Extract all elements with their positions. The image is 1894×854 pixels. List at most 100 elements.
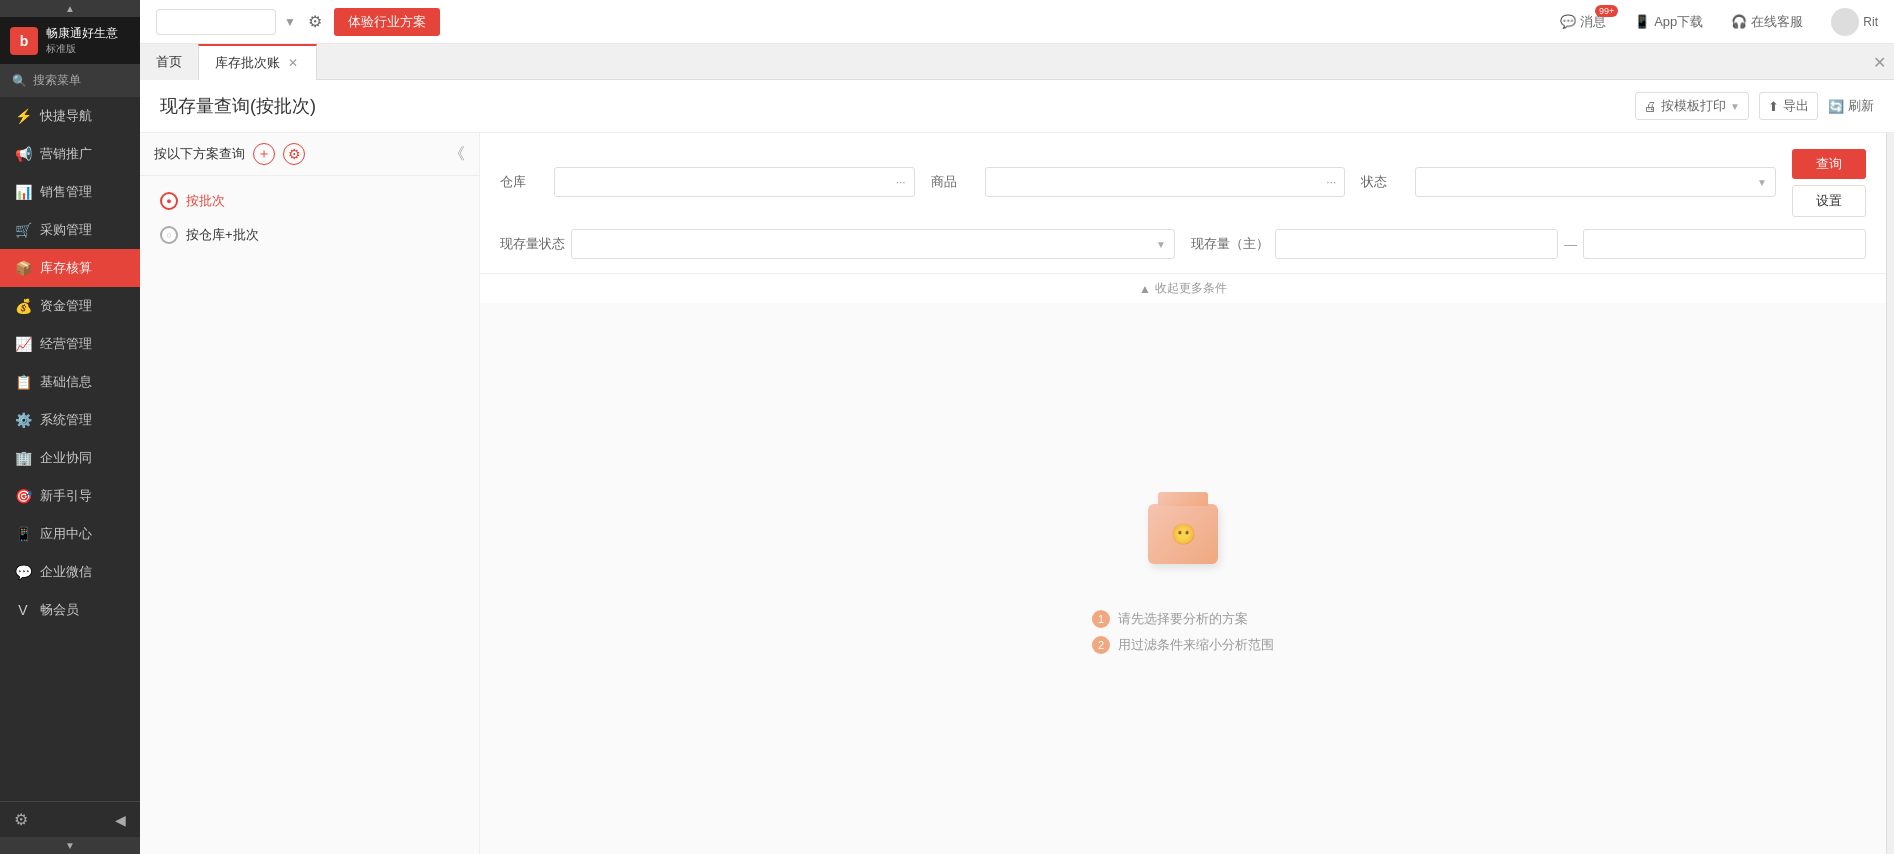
empty-face-icon: 😶 (1171, 522, 1196, 546)
stock-status-chevron-icon: ▼ (1156, 239, 1166, 250)
print-template-btn[interactable]: 🖨 按模板打印 ▼ (1635, 92, 1749, 120)
sidebar-item-enterprise[interactable]: 🏢 企业协同 (0, 439, 140, 477)
sidebar-item-operations[interactable]: 📈 经营管理 (0, 325, 140, 363)
app-download-btn[interactable]: 📱 App下载 (1634, 13, 1703, 31)
status-select[interactable]: ▼ (1415, 167, 1776, 197)
tab-close-all-icon[interactable]: ✕ (1873, 52, 1886, 71)
nav-icon-basic: 📋 (14, 373, 32, 391)
sidebar-item-newbie[interactable]: 🎯 新手引导 (0, 477, 140, 515)
add-filter-btn[interactable]: ＋ (253, 143, 275, 165)
product-more-icon[interactable]: ··· (1326, 175, 1336, 189)
topbar: ▼ ⚙ 体验行业方案 💬 消息 99+ 📱 App下载 🎧 在线客服 Rit (140, 0, 1894, 44)
nav-icon-enterprise: 🏢 (14, 449, 32, 467)
filter-panel-header: 按以下方案查询 ＋ ⚙ 《 (140, 133, 479, 176)
sidebar-item-marketing[interactable]: 📢 营销推广 (0, 135, 140, 173)
nav-icon-wechat: 💬 (14, 563, 32, 581)
filter-collapse-icon[interactable]: 《 (449, 144, 465, 165)
phone-icon: 📱 (1634, 14, 1650, 29)
print-chevron-icon: ▼ (1730, 101, 1740, 112)
stock-qty-sep: — (1564, 237, 1577, 252)
sidebar-scroll-down[interactable]: ▼ (0, 837, 140, 854)
nav-label-quick-nav: 快捷导航 (40, 107, 92, 125)
settings-icon[interactable]: ⚙ (14, 810, 28, 829)
topbar-chevron-icon[interactable]: ▼ (284, 15, 296, 29)
nav-label-newbie: 新手引导 (40, 487, 92, 505)
topbar-search-input[interactable] (156, 9, 276, 35)
warehouse-label: 仓库 (500, 173, 548, 191)
tab-inventory-batch[interactable]: 库存批次账 ✕ (198, 44, 317, 80)
nav-label-finance: 资金管理 (40, 297, 92, 315)
sidebar-item-sales[interactable]: 📊 销售管理 (0, 173, 140, 211)
filter-group-status: 状态 ▼ (1361, 167, 1776, 197)
nav-label-sales: 销售管理 (40, 183, 92, 201)
filter-panel-title: 按以下方案查询 (154, 145, 245, 163)
sidebar-nav: ⚡ 快捷导航 📢 营销推广 📊 销售管理 🛒 采购管理 📦 库存核算 💰 资金管… (0, 97, 140, 801)
sidebar-item-app-center[interactable]: 📱 应用中心 (0, 515, 140, 553)
filter-item-icon-batch: ● (160, 192, 178, 210)
sidebar-item-inventory[interactable]: 📦 库存核算 (0, 249, 140, 287)
filter-item-batch-label: 按批次 (186, 192, 225, 210)
filter-group-warehouse: 仓库 ··· (500, 167, 915, 197)
sidebar-item-purchase[interactable]: 🛒 采购管理 (0, 211, 140, 249)
tab-home[interactable]: 首页 (140, 44, 198, 80)
sidebar-item-wechat[interactable]: 💬 企业微信 (0, 553, 140, 591)
filter-gear-btn[interactable]: ⚙ (283, 143, 305, 165)
stock-qty-min-input[interactable] (1275, 229, 1558, 259)
nav-label-basic: 基础信息 (40, 373, 92, 391)
refresh-btn[interactable]: 🔄 刷新 (1828, 97, 1874, 115)
product-input[interactable]: ··· (985, 167, 1346, 197)
settings-btn[interactable]: 设置 (1792, 185, 1866, 217)
username: Rit (1863, 15, 1878, 29)
empty-state: 😶 1 请先选择要分析的方案 2 用过滤条件来缩小分析范围 (480, 303, 1886, 854)
filter-panel: 按以下方案查询 ＋ ⚙ 《 ● 按批次 ○ 按仓库+批次 (140, 133, 480, 854)
hint-num-1: 1 (1092, 610, 1110, 628)
stock-status-select[interactable]: ▼ (571, 229, 1175, 259)
tab-home-label: 首页 (156, 53, 182, 71)
hint-text-2: 用过滤条件来缩小分析范围 (1118, 636, 1274, 654)
main-area: ▼ ⚙ 体验行业方案 💬 消息 99+ 📱 App下载 🎧 在线客服 Rit (140, 0, 1894, 854)
warehouse-more-icon[interactable]: ··· (896, 175, 906, 189)
nav-label-wechat: 企业微信 (40, 563, 92, 581)
messages-btn[interactable]: 💬 消息 99+ (1560, 13, 1606, 31)
search-menu[interactable]: 🔍 搜索菜单 (0, 64, 140, 97)
nav-label-purchase: 采购管理 (40, 221, 92, 239)
filter-row-1: 仓库 ··· 商品 ··· 状态 (500, 147, 1866, 217)
stock-qty-label: 现存量（主） (1191, 235, 1269, 253)
sidebar-scroll-up[interactable]: ▲ (0, 0, 140, 17)
empty-illustration: 😶 (1138, 504, 1228, 594)
online-service-btn[interactable]: 🎧 在线客服 (1731, 13, 1803, 31)
sidebar-item-basic[interactable]: 📋 基础信息 (0, 363, 140, 401)
sidebar-item-finance[interactable]: 💰 资金管理 (0, 287, 140, 325)
experience-btn[interactable]: 体验行业方案 (334, 8, 440, 36)
nav-icon-finance: 💰 (14, 297, 32, 315)
sidebar-item-vip[interactable]: V 畅会员 (0, 591, 140, 629)
nav-icon-quick-nav: ⚡ (14, 107, 32, 125)
export-label: 导出 (1783, 97, 1809, 115)
stock-qty-max-input[interactable] (1583, 229, 1866, 259)
sidebar-item-system[interactable]: ⚙️ 系统管理 (0, 401, 140, 439)
filter-group-stock-status: 现存量状态 ▼ (500, 229, 1175, 259)
topbar-gear-icon[interactable]: ⚙ (304, 8, 326, 35)
nav-label-app-center: 应用中心 (40, 525, 92, 543)
print-template-label: 按模板打印 (1661, 97, 1726, 115)
page-header: 现存量查询(按批次) 🖨 按模板打印 ▼ ⬆ 导出 🔄 刷新 (140, 80, 1894, 133)
warehouse-input[interactable]: ··· (554, 167, 915, 197)
page-header-actions: 🖨 按模板打印 ▼ ⬆ 导出 🔄 刷新 (1635, 92, 1874, 132)
export-btn[interactable]: ⬆ 导出 (1759, 92, 1818, 120)
print-icon: 🖨 (1644, 99, 1657, 114)
filter-item-batch[interactable]: ● 按批次 (140, 184, 479, 218)
hint-num-2: 2 (1092, 636, 1110, 654)
collapse-conditions-btn[interactable]: ▲ 收起更多条件 (480, 274, 1886, 303)
nav-icon-vip: V (14, 601, 32, 619)
tab-close-icon[interactable]: ✕ (286, 54, 300, 72)
collapse-sidebar-icon[interactable]: ◀ (115, 812, 126, 828)
page-title: 现存量查询(按批次) (160, 94, 316, 130)
user-avatar-area[interactable]: Rit (1831, 8, 1878, 36)
app-name: 畅康通好生意 (46, 25, 118, 42)
filter-item-warehouse-batch[interactable]: ○ 按仓库+批次 (140, 218, 479, 252)
query-btn[interactable]: 查询 (1792, 149, 1866, 179)
nav-label-system: 系统管理 (40, 411, 92, 429)
sidebar-item-quick-nav[interactable]: ⚡ 快捷导航 (0, 97, 140, 135)
content-area: 按以下方案查询 ＋ ⚙ 《 ● 按批次 ○ 按仓库+批次 (140, 133, 1894, 854)
sidebar-header: b 畅康通好生意 标准版 (0, 17, 140, 64)
